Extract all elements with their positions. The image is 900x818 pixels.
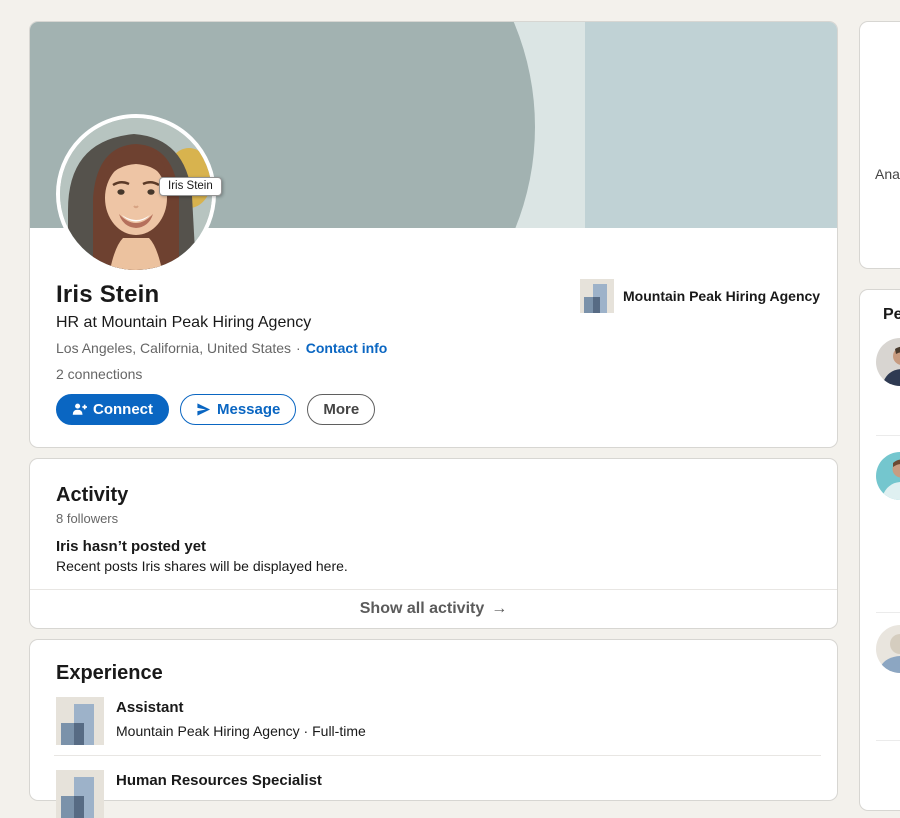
company-name: Mountain Peak Hiring Agency <box>623 288 820 304</box>
send-icon <box>196 402 211 417</box>
people-also-viewed-title: Pe <box>883 306 900 324</box>
experience-item-title: Assistant <box>116 699 366 716</box>
arrow-right-icon: → <box>491 600 507 618</box>
experience-item-text: Assistant Mountain Peak Hiring Agency · … <box>116 697 366 745</box>
connect-button[interactable]: Connect <box>56 394 169 425</box>
profile-photo-tooltip: Iris Stein <box>159 177 222 196</box>
experience-item[interactable]: Human Resources Specialist <box>56 770 322 818</box>
experience-title: Experience <box>56 662 163 685</box>
activity-title: Activity <box>56 484 128 507</box>
experience-item-subtitle: Mountain Peak Hiring Agency · Full-time <box>116 723 366 739</box>
more-button-label: More <box>323 401 359 418</box>
activity-card: Activity 8 followers Iris hasn’t posted … <box>30 459 837 628</box>
profile-name: Iris Stein <box>56 281 159 309</box>
experience-card: Experience Assistant Mountain Peak Hirin… <box>30 640 837 800</box>
more-button[interactable]: More <box>307 394 375 425</box>
activity-empty-title: Iris hasn’t posted yet <box>56 538 206 555</box>
profile-location: Los Angeles, California, United States <box>56 340 291 356</box>
company-logo-icon <box>56 697 104 745</box>
followers-count: 8 followers <box>56 511 118 526</box>
experience-item[interactable]: Assistant Mountain Peak Hiring Agency · … <box>56 697 366 745</box>
person-add-icon <box>72 402 87 417</box>
separator-dot: · <box>296 340 301 356</box>
sidebar-divider <box>876 435 900 436</box>
experience-item-title: Human Resources Specialist <box>116 772 322 789</box>
people-also-viewed-card: Pe <box>860 290 900 810</box>
activity-empty-subtitle: Recent posts Iris shares will be display… <box>56 558 348 574</box>
connect-button-label: Connect <box>93 401 153 418</box>
company-logo-icon <box>580 279 614 313</box>
experience-item-text: Human Resources Specialist <box>116 770 322 818</box>
show-all-activity-button[interactable]: Show all activity → <box>30 589 837 628</box>
sidebar-top-card-text: Ana <box>875 166 900 182</box>
suggested-profile-ghost-avatar[interactable] <box>876 625 900 673</box>
sidebar-top-card: Ana <box>860 22 900 268</box>
banner-right-block <box>585 22 837 228</box>
experience-divider <box>54 755 821 756</box>
profile-card: Iris Stein Iris Stein HR at Mountain Pea… <box>30 22 837 447</box>
profile-actions: Connect Message More <box>56 394 375 425</box>
message-button-label: Message <box>217 401 280 418</box>
suggested-profile-avatar[interactable] <box>876 452 900 500</box>
location-row: Los Angeles, California, United States · C… <box>56 340 387 356</box>
sidebar-divider <box>876 612 900 613</box>
profile-headline: HR at Mountain Peak Hiring Agency <box>56 314 311 332</box>
show-all-activity-label: Show all activity <box>360 600 484 618</box>
sidebar-divider <box>876 740 900 741</box>
linkedin-profile-page: Iris Stein Iris Stein HR at Mountain Pea… <box>0 0 900 782</box>
suggested-profile-avatar[interactable] <box>876 338 900 386</box>
message-button[interactable]: Message <box>180 394 296 425</box>
connections-count[interactable]: 2 connections <box>56 366 142 382</box>
company-logo-icon <box>56 770 104 818</box>
contact-info-link[interactable]: Contact info <box>306 340 388 356</box>
current-company-link[interactable]: Mountain Peak Hiring Agency <box>580 279 820 313</box>
